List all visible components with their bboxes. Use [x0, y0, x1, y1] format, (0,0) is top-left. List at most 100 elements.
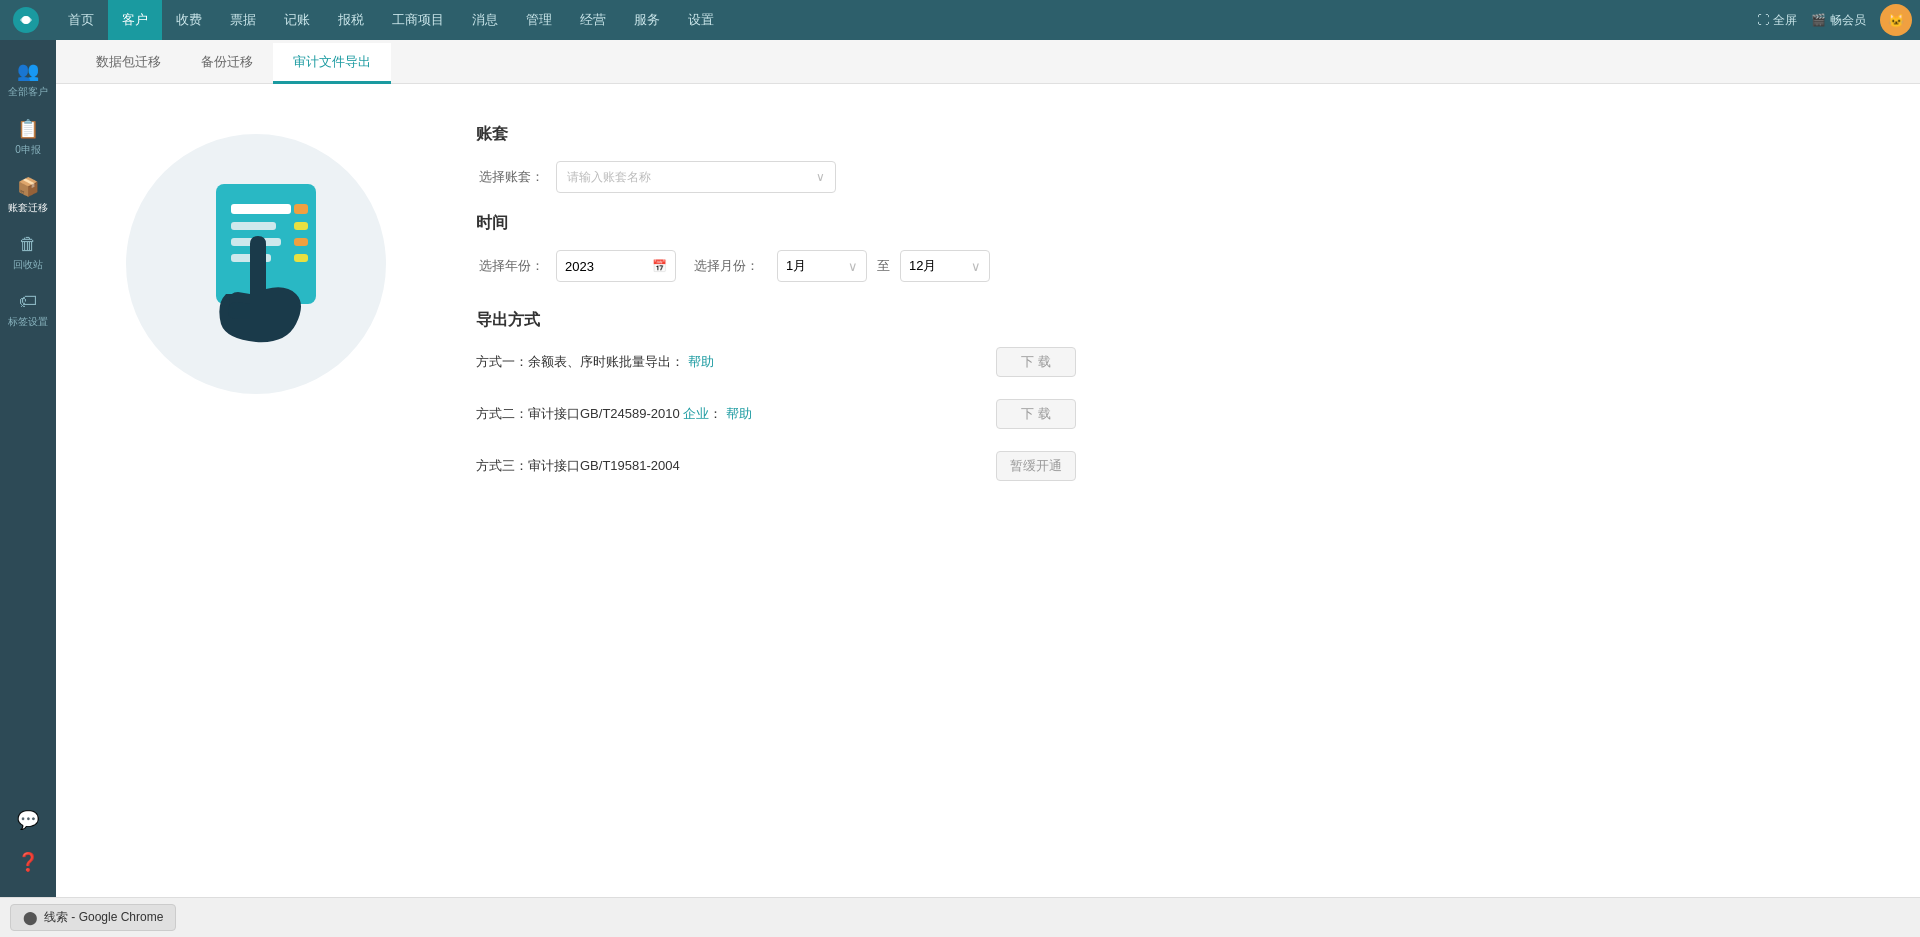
- nav-manage[interactable]: 管理: [512, 0, 566, 40]
- tab-data-migration[interactable]: 数据包迁移: [76, 43, 181, 84]
- sidebar-chat-button[interactable]: 💬: [17, 801, 39, 839]
- sidebar-item-all-clients-label: 全部客户: [8, 86, 48, 98]
- taskbar-chrome-item[interactable]: ⬤ 线索 - Google Chrome: [10, 904, 176, 931]
- fullscreen-icon: ⛶: [1757, 13, 1769, 27]
- nav-operation[interactable]: 经营: [566, 0, 620, 40]
- nav-client[interactable]: 客户: [108, 0, 162, 40]
- account-migration-icon: 📦: [17, 176, 39, 198]
- page-content: 账套 选择账套： 请输入账套名称 ∨ 时间 选择年份： 2023 📅: [56, 84, 1920, 897]
- export-section-title: 导出方式: [476, 310, 1076, 331]
- month-start-value: 1月: [786, 257, 806, 275]
- time-inputs: 2023 📅 选择月份： 1月 ∨ 至 12月 ∨: [556, 250, 990, 282]
- export-method1-row: 方式一：余额表、序时账批量导出： 帮助 下 载: [476, 347, 1076, 377]
- method1-download-button[interactable]: 下 载: [996, 347, 1076, 377]
- time-separator: 至: [877, 257, 890, 275]
- sidebar-bottom: 💬 ❓: [17, 801, 39, 897]
- nav-message[interactable]: 消息: [458, 0, 512, 40]
- account-placeholder: 请输入账套名称: [567, 169, 651, 186]
- svg-rect-7: [294, 204, 308, 214]
- tab-audit-export[interactable]: 审计文件导出: [273, 43, 391, 84]
- top-nav: 首页 客户 收费 票据 记账 报税 工商项目 消息 管理 经营 服务 设置 ⛶ …: [0, 0, 1920, 40]
- sidebar-item-recycle-label: 回收站: [13, 259, 43, 271]
- nav-tax[interactable]: 报税: [324, 0, 378, 40]
- content-area: 数据包迁移 备份迁移 审计文件导出: [56, 40, 1920, 897]
- year-input[interactable]: 2023 📅: [556, 250, 676, 282]
- sidebar: 👥 全部客户 📋 0申报 📦 账套迁移 🗑 回收站 🏷 标签设置 💬 ❓: [0, 40, 56, 897]
- export-method2-label: 方式二：审计接口GB/T24589-2010 企业： 帮助: [476, 405, 996, 423]
- tab-backup-migration[interactable]: 备份迁移: [181, 43, 273, 84]
- nav-service[interactable]: 服务: [620, 0, 674, 40]
- method2-download-button[interactable]: 下 载: [996, 399, 1076, 429]
- year-label: 选择年份：: [476, 257, 556, 275]
- export-method3-row: 方式三：审计接口GB/T19581-2004 暂缓开通: [476, 451, 1076, 481]
- month-end-value: 12月: [909, 257, 936, 275]
- method1-help-link[interactable]: 帮助: [688, 354, 714, 369]
- month-end-arrow-icon: ∨: [971, 259, 981, 274]
- nav-bookkeeping[interactable]: 记账: [270, 0, 324, 40]
- nav-business[interactable]: 工商项目: [378, 0, 458, 40]
- form-area: 账套 选择账套： 请输入账套名称 ∨ 时间 选择年份： 2023 📅: [476, 124, 1076, 503]
- fullscreen-label: 全屏: [1773, 12, 1797, 29]
- app-logo: [8, 2, 44, 38]
- svg-rect-9: [294, 238, 308, 246]
- fullscreen-button[interactable]: ⛶ 全屏: [1757, 12, 1797, 29]
- export-method3-label: 方式三：审计接口GB/T19581-2004: [476, 457, 996, 475]
- user-avatar[interactable]: 🐱: [1880, 4, 1912, 36]
- time-section-title: 时间: [476, 213, 1076, 234]
- month-start-select[interactable]: 1月 ∨: [777, 250, 867, 282]
- nav-menu: 首页 客户 收费 票据 记账 报税 工商项目 消息 管理 经营 服务 设置: [54, 0, 1757, 40]
- svg-point-1: [22, 16, 30, 24]
- zero-report-icon: 📋: [17, 118, 39, 140]
- method2-text: 方式二：审计接口GB/T24589-2010: [476, 406, 680, 421]
- account-select[interactable]: 请输入账套名称 ∨: [556, 161, 836, 193]
- tabs-bar: 数据包迁移 备份迁移 审计文件导出: [56, 40, 1920, 84]
- method3-text: 方式三：审计接口GB/T19581-2004: [476, 458, 680, 473]
- export-section: 导出方式 方式一：余额表、序时账批量导出： 帮助 下 载 方式二：审计接口GB/…: [476, 310, 1076, 481]
- year-value: 2023: [565, 259, 594, 274]
- time-row: 选择年份： 2023 📅 选择月份： 1月 ∨ 至 12月: [476, 250, 1076, 282]
- chrome-icon: ⬤: [23, 910, 38, 925]
- svg-rect-10: [294, 254, 308, 262]
- month-start-arrow-icon: ∨: [848, 259, 858, 274]
- sidebar-item-zero-report-label: 0申报: [15, 144, 41, 156]
- nav-invoice[interactable]: 票据: [216, 0, 270, 40]
- nav-home[interactable]: 首页: [54, 0, 108, 40]
- export-method2-row: 方式二：审计接口GB/T24589-2010 企业： 帮助 下 载: [476, 399, 1076, 429]
- month-end-select[interactable]: 12月 ∨: [900, 250, 990, 282]
- taskbar-item-label: 线索 - Google Chrome: [44, 909, 163, 926]
- sidebar-item-account-migration-label: 账套迁移: [8, 202, 48, 214]
- method2-help-link[interactable]: 帮助: [726, 406, 752, 421]
- taskbar: ⬤ 线索 - Google Chrome: [0, 897, 1920, 937]
- member-label: 畅会员: [1830, 12, 1866, 29]
- recycle-icon: 🗑: [19, 234, 37, 255]
- account-row: 选择账套： 请输入账套名称 ∨: [476, 161, 1076, 193]
- illustration-area: [116, 124, 396, 404]
- nav-settings[interactable]: 设置: [674, 0, 728, 40]
- sidebar-item-tag-settings-label: 标签设置: [8, 316, 48, 328]
- month-label: 选择月份：: [686, 257, 767, 275]
- export-method1-label: 方式一：余额表、序时账批量导出： 帮助: [476, 353, 996, 371]
- member-button[interactable]: 🎬 畅会员: [1811, 12, 1866, 29]
- sidebar-item-tag-settings[interactable]: 🏷 标签设置: [0, 281, 56, 338]
- calendar-icon: 📅: [652, 259, 667, 273]
- illustration-circle: [126, 134, 386, 394]
- dropdown-arrow-icon: ∨: [816, 170, 825, 184]
- method1-text: 方式一：余额表、序时账批量导出：: [476, 354, 684, 369]
- main-layout: 👥 全部客户 📋 0申报 📦 账套迁移 🗑 回收站 🏷 标签设置 💬 ❓ 数据包…: [0, 40, 1920, 897]
- nav-right: ⛶ 全屏 🎬 畅会员 🐱: [1757, 4, 1912, 36]
- method3-coming-soon-button[interactable]: 暂缓开通: [996, 451, 1076, 481]
- method2-enterprise-text: 企业: [683, 406, 709, 421]
- nav-billing[interactable]: 收费: [162, 0, 216, 40]
- sidebar-item-account-migration[interactable]: 📦 账套迁移: [0, 166, 56, 224]
- sidebar-item-all-clients[interactable]: 👥 全部客户: [0, 50, 56, 108]
- sidebar-item-zero-report[interactable]: 📋 0申报: [0, 108, 56, 166]
- sidebar-item-recycle[interactable]: 🗑 回收站: [0, 224, 56, 281]
- account-section-title: 账套: [476, 124, 1076, 145]
- illustration-svg: [166, 164, 346, 364]
- svg-rect-8: [294, 222, 308, 230]
- account-label: 选择账套：: [476, 168, 556, 186]
- all-clients-icon: 👥: [17, 60, 39, 82]
- tag-settings-icon: 🏷: [19, 291, 37, 312]
- sidebar-help-button[interactable]: ❓: [17, 843, 39, 881]
- member-icon: 🎬: [1811, 13, 1826, 27]
